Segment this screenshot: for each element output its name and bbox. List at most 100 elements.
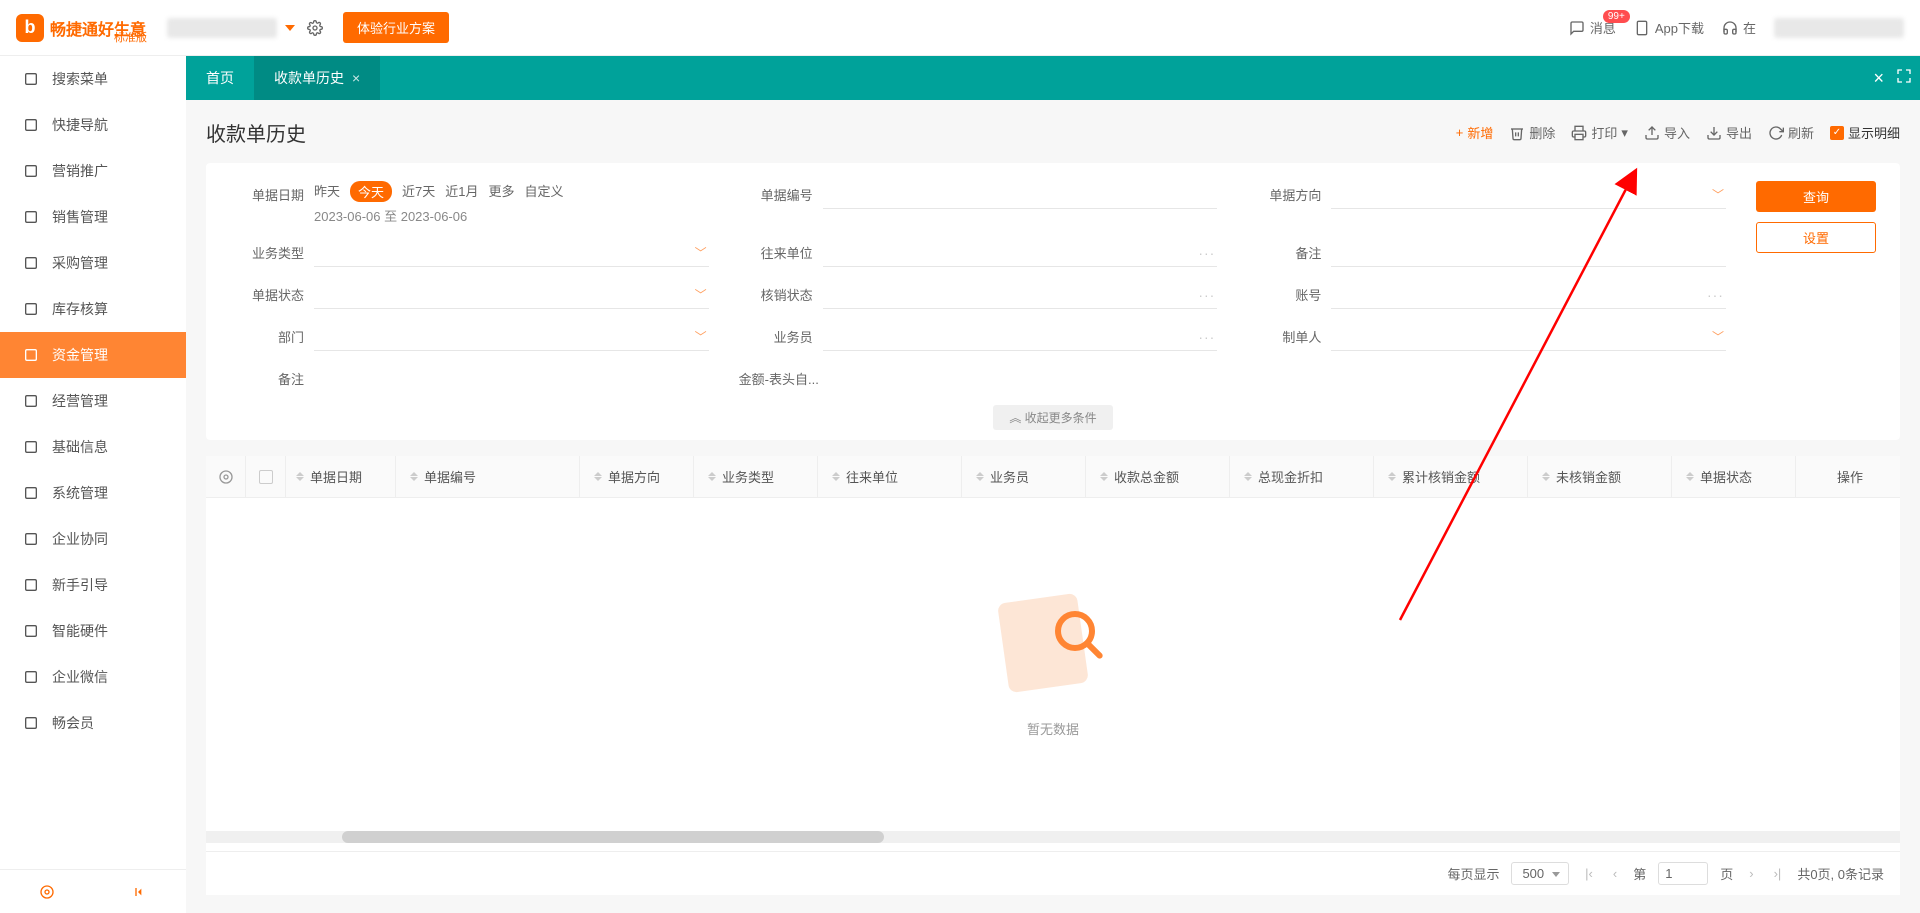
collapse-filter-bar: ︽ 收起更多条件 xyxy=(230,405,1876,430)
filter-dept: 部门 ﹀ xyxy=(230,323,709,351)
column-header[interactable]: 未核销金额 xyxy=(1532,456,1672,497)
date-option[interactable]: 近1月 xyxy=(445,181,478,202)
biz-type-select[interactable]: ﹀ xyxy=(314,239,709,267)
first-page-button[interactable]: |‹ xyxy=(1581,866,1597,881)
sidebar-item-6[interactable]: 资金管理 xyxy=(0,332,186,378)
app-download-link[interactable]: App下载 xyxy=(1634,18,1704,37)
sidebar-item-5[interactable]: 库存核算 xyxy=(0,286,186,332)
sidebar-item-label: 资金管理 xyxy=(52,345,108,365)
scrollbar-thumb[interactable] xyxy=(342,831,884,843)
next-page-button[interactable]: › xyxy=(1745,866,1757,881)
tab-home[interactable]: 首页 xyxy=(186,56,254,100)
sidebar-item-11[interactable]: 新手引导 xyxy=(0,562,186,608)
sidebar-item-label: 智能硬件 xyxy=(52,621,108,641)
filter-settings-button[interactable]: 设置 xyxy=(1756,222,1876,253)
org-name-blurred xyxy=(167,18,277,38)
collapse-filter-button[interactable]: ︽ 收起更多条件 xyxy=(993,405,1112,430)
partner-select[interactable]: ··· xyxy=(823,239,1218,267)
export-button[interactable]: 导出 xyxy=(1706,123,1752,142)
close-icon[interactable]: × xyxy=(352,70,360,86)
sidebar-item-12[interactable]: 智能硬件 xyxy=(0,608,186,654)
sidebar-collapse-button[interactable] xyxy=(93,870,186,913)
sort-icon xyxy=(976,472,984,481)
main-area: 首页 收款单历史 × × 收款单历史 +新增 删除 xyxy=(186,56,1920,913)
remark2-input[interactable] xyxy=(314,365,709,393)
select-all-checkbox[interactable] xyxy=(246,456,286,497)
doc-no-input[interactable] xyxy=(823,181,1218,209)
team-icon xyxy=(22,530,40,548)
column-header[interactable]: 操作 xyxy=(1800,456,1900,497)
trial-button[interactable]: 体验行业方案 xyxy=(343,12,449,43)
search-button[interactable]: 查询 xyxy=(1756,181,1876,212)
delete-button[interactable]: 删除 xyxy=(1509,123,1555,142)
column-header[interactable]: 业务类型 xyxy=(698,456,818,497)
remark-input[interactable] xyxy=(1331,239,1726,267)
sidebar-item-13[interactable]: 企业微信 xyxy=(0,654,186,700)
sidebar-item-label: 经营管理 xyxy=(52,391,108,411)
date-option[interactable]: 更多 xyxy=(489,181,515,202)
direction-select[interactable]: ﹀ xyxy=(1331,181,1726,209)
tab-bar: 首页 收款单历史 × × xyxy=(186,56,1920,100)
sidebar-settings-button[interactable] xyxy=(0,870,93,913)
column-header[interactable]: 单据状态 xyxy=(1676,456,1796,497)
account-select[interactable]: ··· xyxy=(1331,281,1726,309)
column-header[interactable]: 往来单位 xyxy=(822,456,962,497)
dept-select[interactable]: ﹀ xyxy=(314,323,709,351)
filter-writeoff-status: 核销状态 ··· xyxy=(739,281,1218,309)
column-header[interactable]: 累计核销金额 xyxy=(1378,456,1528,497)
prev-page-button[interactable]: ‹ xyxy=(1609,866,1621,881)
sidebar-item-14[interactable]: 畅会员 xyxy=(0,700,186,746)
org-settings-button[interactable] xyxy=(303,16,327,40)
header-right: 消息 99+ App下载 在 xyxy=(1569,18,1904,38)
date-option[interactable]: 今天 xyxy=(350,181,392,202)
sidebar-item-7[interactable]: 经营管理 xyxy=(0,378,186,424)
horizontal-scrollbar[interactable] xyxy=(206,831,1900,843)
doc-status-select[interactable]: ﹀ xyxy=(314,281,709,309)
sidebar-item-3[interactable]: 销售管理 xyxy=(0,194,186,240)
maker-select[interactable]: ﹀ xyxy=(1331,323,1726,351)
print-button[interactable]: 打印▾ xyxy=(1571,123,1628,142)
sidebar-item-8[interactable]: 基础信息 xyxy=(0,424,186,470)
close-all-tabs-button[interactable]: × xyxy=(1873,68,1884,89)
add-button[interactable]: +新增 xyxy=(1456,123,1494,142)
user-display-blurred[interactable] xyxy=(1774,18,1904,38)
column-header[interactable]: 单据编号 xyxy=(400,456,580,497)
date-option[interactable]: 昨天 xyxy=(314,181,340,202)
show-detail-toggle[interactable]: ✓ 显示明细 xyxy=(1830,123,1900,142)
gear-icon xyxy=(307,20,323,36)
page-number-input[interactable]: 1 xyxy=(1658,862,1708,885)
logo-icon: b xyxy=(16,14,44,42)
sidebar-item-1[interactable]: 快捷导航 xyxy=(0,102,186,148)
tab-receipt-history[interactable]: 收款单历史 × xyxy=(254,56,380,100)
fullscreen-button[interactable] xyxy=(1896,68,1912,89)
column-settings-button[interactable] xyxy=(206,456,246,497)
plus-icon: + xyxy=(1456,125,1464,140)
last-page-button[interactable]: ›| xyxy=(1770,866,1786,881)
chevron-down-icon: ﹀ xyxy=(1712,186,1724,203)
sidebar-item-0[interactable]: 搜索菜单 xyxy=(0,56,186,102)
support-link[interactable]: 在 xyxy=(1722,18,1756,37)
sidebar-item-10[interactable]: 企业协同 xyxy=(0,516,186,562)
filter-direction: 单据方向 ﹀ xyxy=(1247,181,1726,225)
date-option[interactable]: 近7天 xyxy=(402,181,435,202)
org-selector[interactable] xyxy=(167,18,295,38)
wechat-icon xyxy=(22,668,40,686)
sidebar-item-4[interactable]: 采购管理 xyxy=(0,240,186,286)
clerk-select[interactable]: ··· xyxy=(823,323,1218,351)
column-header[interactable]: 业务员 xyxy=(966,456,1086,497)
import-button[interactable]: 导入 xyxy=(1644,123,1690,142)
column-header[interactable]: 总现金折扣 xyxy=(1234,456,1374,497)
writeoff-select[interactable]: ··· xyxy=(823,281,1218,309)
search-icon xyxy=(22,70,40,88)
column-header[interactable]: 单据日期 xyxy=(286,456,396,497)
column-header[interactable]: 单据方向 xyxy=(584,456,694,497)
messages-link[interactable]: 消息 99+ xyxy=(1569,18,1616,37)
date-option[interactable]: 自定义 xyxy=(525,181,564,202)
collapse-left-icon xyxy=(132,884,148,900)
column-header[interactable]: 收款总金额 xyxy=(1090,456,1230,497)
refresh-button[interactable]: 刷新 xyxy=(1768,123,1814,142)
sidebar-item-9[interactable]: 系统管理 xyxy=(0,470,186,516)
sidebar: 搜索菜单快捷导航营销推广销售管理采购管理库存核算资金管理经营管理基础信息系统管理… xyxy=(0,56,186,913)
page-size-select[interactable]: 500 xyxy=(1511,862,1569,885)
sidebar-item-2[interactable]: 营销推广 xyxy=(0,148,186,194)
